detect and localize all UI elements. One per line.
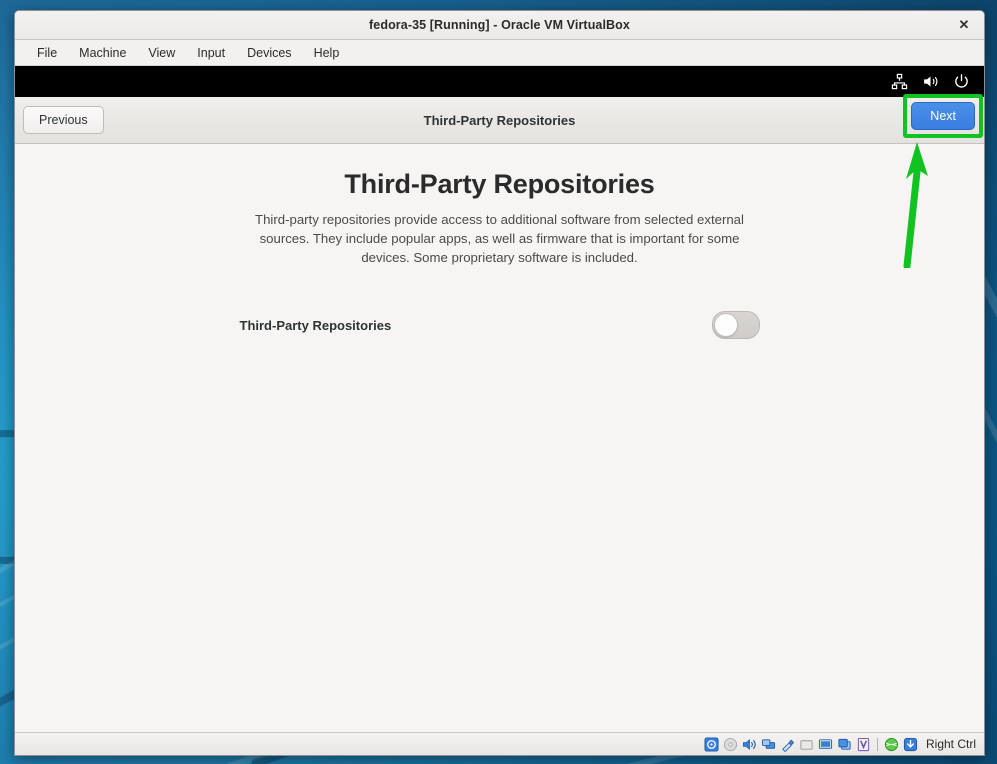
- previous-button[interactable]: Previous: [23, 106, 104, 134]
- optical-disk-icon[interactable]: [723, 737, 738, 752]
- window-title: fedora-35 [Running] - Oracle VM VirtualB…: [369, 18, 630, 32]
- virtualbox-window: fedora-35 [Running] - Oracle VM VirtualB…: [14, 10, 985, 756]
- mouse-capture-icon[interactable]: [884, 737, 899, 752]
- menubar: File Machine View Input Devices Help: [15, 40, 984, 66]
- vbox-status-bar: Right Ctrl: [15, 732, 984, 755]
- host-key-label: Right Ctrl: [925, 737, 976, 751]
- menu-file[interactable]: File: [31, 43, 68, 63]
- host-key-icon[interactable]: [903, 737, 918, 752]
- toggle-label: Third-Party Repositories: [239, 317, 392, 333]
- next-button-group: Next: [903, 94, 983, 138]
- menu-view[interactable]: View: [137, 43, 186, 63]
- menu-help[interactable]: Help: [303, 43, 351, 63]
- installer-header-bar: Previous Third-Party Repositories Next: [15, 94, 984, 144]
- usb-icon[interactable]: [780, 737, 795, 752]
- third-party-repositories-row: Third-Party Repositories: [240, 311, 760, 339]
- page-description: Third-party repositories provide access …: [255, 212, 744, 265]
- display-icon[interactable]: [818, 737, 833, 752]
- guest-screen: Previous Third-Party Repositories Next T…: [15, 66, 984, 732]
- network-wired-icon[interactable]: [891, 73, 908, 90]
- hard-disk-icon[interactable]: [704, 736, 719, 752]
- gnome-top-bar: [15, 66, 984, 97]
- close-icon[interactable]: ✕: [954, 15, 974, 35]
- network-icon[interactable]: [761, 737, 776, 752]
- menu-machine[interactable]: Machine: [68, 43, 137, 63]
- window-titlebar[interactable]: fedora-35 [Running] - Oracle VM VirtualB…: [15, 11, 984, 40]
- menu-input[interactable]: Input: [186, 43, 236, 63]
- power-icon[interactable]: [953, 73, 970, 90]
- next-button[interactable]: Next: [911, 102, 975, 130]
- recording-icon[interactable]: [837, 737, 852, 752]
- audio-icon[interactable]: [742, 737, 757, 752]
- shared-folders-icon[interactable]: [799, 737, 814, 752]
- third-party-repositories-toggle[interactable]: [711, 311, 760, 339]
- volume-icon[interactable]: [922, 73, 939, 90]
- header-title: Third-Party Repositories: [423, 112, 576, 128]
- virtualbox-logo-icon[interactable]: [856, 737, 871, 752]
- installer-content: Third-Party Repositories Third-party rep…: [15, 144, 984, 732]
- page-title: Third-Party Repositories: [344, 169, 655, 199]
- toggle-knob: [713, 313, 738, 337]
- menu-devices[interactable]: Devices: [236, 43, 302, 63]
- statusbar-separator: [876, 737, 878, 751]
